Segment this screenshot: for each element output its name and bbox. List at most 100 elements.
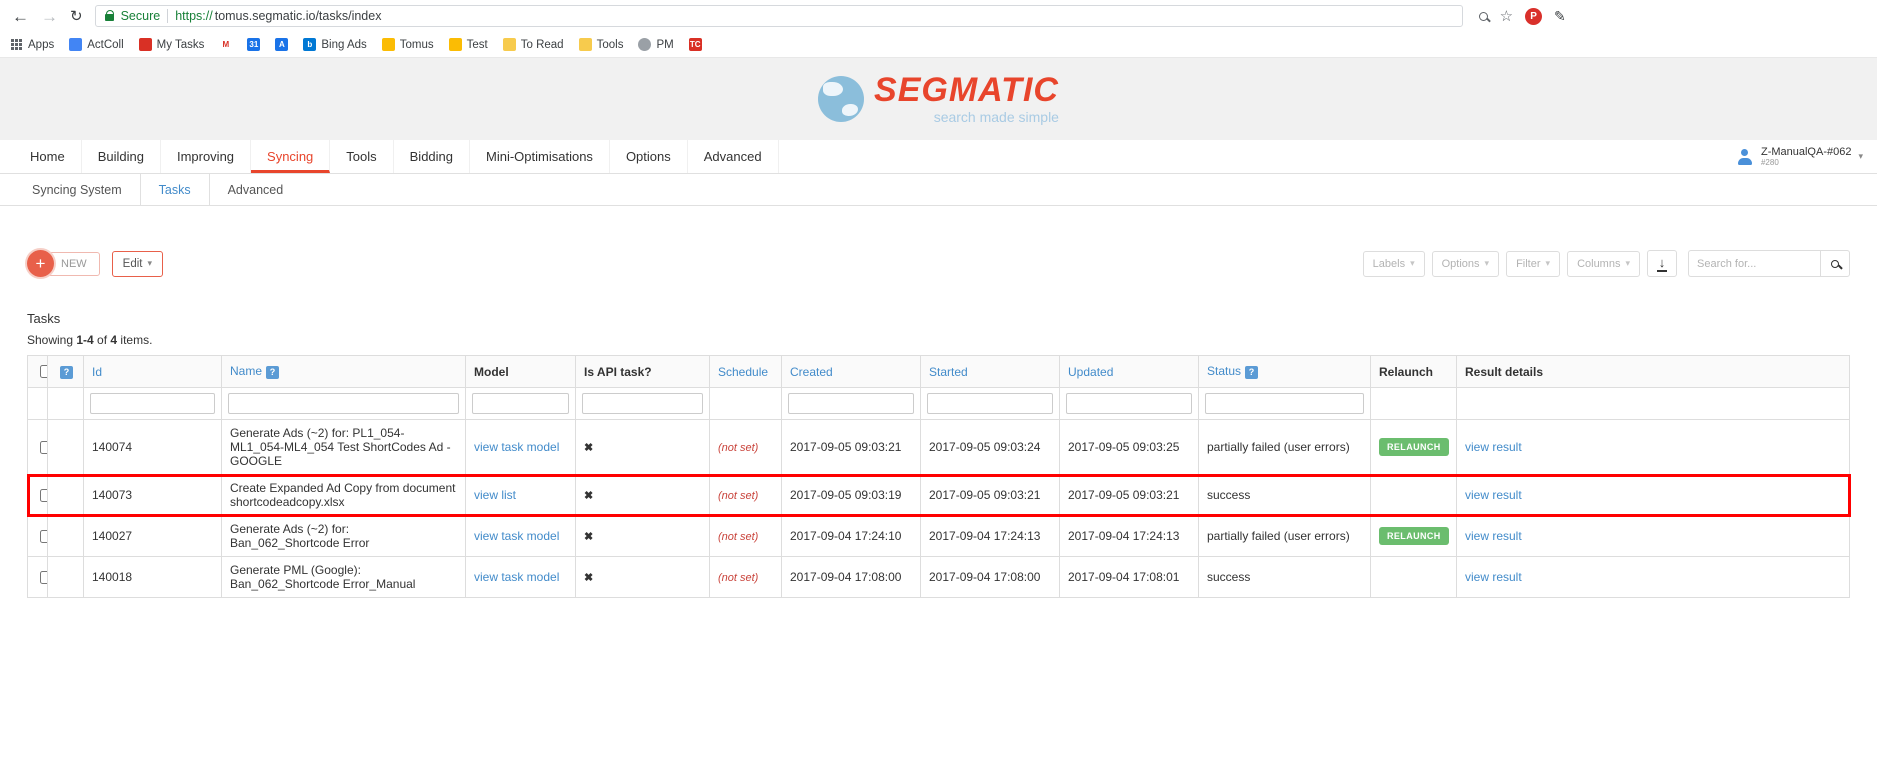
bookmark-item[interactable]: M [219,38,233,51]
bookmark-item[interactable]: Tomus [381,38,434,51]
bookmark-label: Tomus [399,38,434,51]
model-link[interactable]: view task model [474,570,559,584]
help-icon[interactable]: ? [60,365,73,379]
extension-icon[interactable]: P [1525,7,1543,25]
result-link[interactable]: view result [1465,529,1522,543]
nav-item-syncing[interactable]: Syncing [251,140,331,173]
filter-model-input[interactable] [472,393,569,414]
relaunch-button[interactable]: RELAUNCH [1379,438,1449,456]
filter-status-input[interactable] [1205,393,1364,414]
forward-icon[interactable]: → [41,8,58,25]
column-header-status[interactable]: Status? [1198,355,1371,388]
column-header-started[interactable]: Started [920,355,1060,388]
url-scheme: https:// [175,9,213,23]
status-value: partially failed (user errors) [1198,419,1371,475]
result-link[interactable]: view result [1465,440,1522,454]
subnav-item-syncing-system[interactable]: Syncing System [14,174,140,205]
filter-api-input[interactable] [582,393,703,414]
new-button[interactable]: + NEW [27,250,100,277]
api-false-icon: ✖ [584,442,594,454]
row-checkbox[interactable] [40,570,47,584]
chevron-down-icon: ▾ [1410,258,1415,268]
bookmark-item[interactable]: A [275,38,289,51]
nav-item-building[interactable]: Building [82,140,161,173]
toolbar-dropdown-label: Labels [1372,257,1406,270]
search-input[interactable] [1688,250,1820,277]
search-button[interactable] [1820,250,1850,277]
subnav-item-tasks[interactable]: Tasks [139,174,210,205]
bookmark-item[interactable]: ActColl [69,38,124,51]
column-header-schedule[interactable]: Schedule [709,355,782,388]
columns-dropdown[interactable]: Columns ▾ [1567,250,1640,277]
bookmark-item[interactable]: Tools [578,38,623,51]
model-link[interactable]: view list [474,488,516,502]
table-row: 140027 Generate Ads (~2) for: Ban_062_Sh… [27,515,1850,557]
results-summary: Showing 1-4 of 4 items. [27,333,153,347]
page-header: SEGMATIC search made simple [0,58,1877,140]
edit-extension-icon[interactable]: ✎ [1554,8,1566,25]
subnav-item-advanced[interactable]: Advanced [210,174,302,205]
tasks-table: ? Id Name? Model Is API task? Schedule C… [26,355,1851,598]
task-name: Generate PML (Google): Ban_062_Shortcode… [221,556,466,598]
bookmark-icon: b [303,38,317,51]
row-checkbox[interactable] [40,529,47,543]
filter-started-input[interactable] [927,393,1053,414]
filter-name-input[interactable] [228,393,459,414]
help-icon[interactable]: ? [266,365,280,379]
tasks-tbody: 140074 Generate Ads (~2) for: PL1_054-ML… [26,419,1851,598]
model-link[interactable]: view task model [474,440,559,454]
help-icon[interactable]: ? [1245,365,1259,379]
model-link[interactable]: view task model [474,529,559,543]
started-value: 2017-09-04 17:08:00 [920,556,1060,598]
options-dropdown[interactable]: Options ▾ [1431,250,1500,277]
filter-updated-input[interactable] [1066,393,1192,414]
bookmark-item[interactable]: My Tasks [138,38,204,51]
row-checkbox[interactable] [40,488,47,502]
bookmark-label: PM [656,38,674,51]
nav-item-improving[interactable]: Improving [161,140,252,173]
column-header-id[interactable]: Id [83,355,222,388]
bookmark-item[interactable]: PM [638,38,674,51]
updated-value: 2017-09-04 17:24:13 [1059,515,1199,557]
bookmark-item[interactable]: b Bing Ads [303,38,367,51]
bookmark-item[interactable]: Apps [10,38,54,51]
bookmark-item[interactable]: Test [448,38,488,51]
user-id: #280 [1760,158,1779,168]
bookmark-item[interactable]: To Read [502,38,564,51]
nav-item-mini-optimisations[interactable]: Mini-Optimisations [470,140,610,173]
column-header-updated[interactable]: Updated [1059,355,1199,388]
toolbar-dropdown-label: Options [1441,257,1480,270]
download-button[interactable]: ↓ [1647,250,1677,277]
row-checkbox[interactable] [40,440,47,454]
column-header-created[interactable]: Created [781,355,921,388]
zoom-icon[interactable] [1478,11,1488,21]
address-bar[interactable]: Secure https:// tomus.segmatic.io/tasks/… [94,5,1463,27]
reload-icon[interactable]: ↻ [70,7,83,25]
filter-created-input[interactable] [788,393,914,414]
bookmark-icon [69,38,83,51]
edit-button[interactable]: Edit ▾ [111,250,164,277]
filter-dropdown[interactable]: Filter ▾ [1506,250,1561,277]
nav-item-advanced[interactable]: Advanced [688,140,779,173]
bookmark-item[interactable]: 31 [247,38,261,51]
bookmark-item[interactable]: TC [688,38,702,51]
user-menu[interactable]: Z-ManualQA-#062 #280 ▾ [1736,140,1863,173]
subnav-item-label: Tasks [158,182,191,197]
labels-dropdown[interactable]: Labels ▾ [1362,250,1425,277]
bookmark-star-icon[interactable]: ☆ [1500,9,1513,24]
select-all-checkbox[interactable] [40,365,47,378]
nav-item-label: Mini-Optimisations [486,149,593,164]
nav-item-home[interactable]: Home [14,140,82,173]
nav-item-tools[interactable]: Tools [330,140,394,173]
back-icon[interactable]: ← [12,8,29,25]
nav-item-options[interactable]: Options [610,140,688,173]
result-link[interactable]: view result [1465,488,1522,502]
grid-toolbar: + NEW Edit ▾ Labels ▾ Options ▾ Filter ▾… [0,250,1877,277]
result-link[interactable]: view result [1465,570,1522,584]
schedule-value: (not set) [718,442,759,454]
nav-item-label: Building [97,149,144,164]
filter-id-input[interactable] [90,393,215,414]
column-header-name[interactable]: Name? [221,355,466,388]
nav-item-bidding[interactable]: Bidding [394,140,471,173]
relaunch-button[interactable]: RELAUNCH [1379,527,1449,545]
